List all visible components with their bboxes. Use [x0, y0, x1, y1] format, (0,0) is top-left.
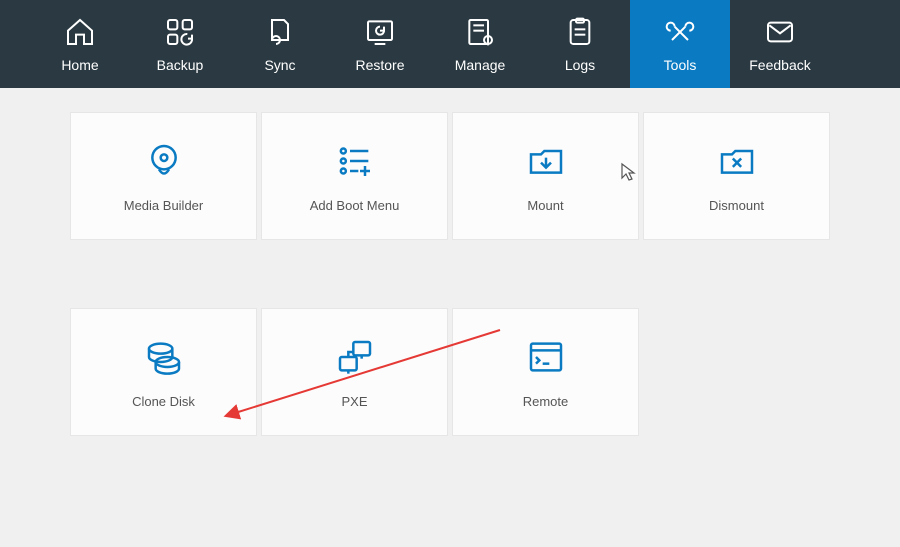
nav-label: Tools [664, 57, 697, 73]
top-nav: Home Backup Sync [0, 0, 900, 88]
card-add-boot-menu[interactable]: Add Boot Menu [261, 112, 448, 240]
card-label: PXE [341, 394, 367, 409]
mount-icon [525, 140, 567, 182]
card-dismount[interactable]: Dismount [643, 112, 830, 240]
nav-label: Backup [157, 57, 204, 73]
clone-disk-icon [143, 336, 185, 378]
card-label: Media Builder [124, 198, 204, 213]
card-media-builder[interactable]: Media Builder [70, 112, 257, 240]
backup-icon [163, 15, 197, 49]
nav-label: Logs [565, 57, 595, 73]
logs-icon [563, 15, 597, 49]
dismount-icon [716, 140, 758, 182]
home-icon [63, 15, 97, 49]
feedback-icon [763, 15, 797, 49]
row-spacer [70, 244, 830, 304]
card-label: Dismount [709, 198, 764, 213]
tools-icon [663, 15, 697, 49]
nav-restore[interactable]: Restore [330, 0, 430, 88]
nav-logs[interactable]: Logs [530, 0, 630, 88]
card-label: Add Boot Menu [310, 198, 400, 213]
nav-sync[interactable]: Sync [230, 0, 330, 88]
pxe-icon [334, 336, 376, 378]
nav-label: Sync [264, 57, 295, 73]
card-label: Clone Disk [132, 394, 195, 409]
card-label: Remote [523, 394, 569, 409]
nav-label: Restore [355, 57, 404, 73]
nav-feedback[interactable]: Feedback [730, 0, 830, 88]
card-clone-disk[interactable]: Clone Disk [70, 308, 257, 436]
nav-tools[interactable]: Tools [630, 0, 730, 88]
sync-icon [263, 15, 297, 49]
nav-manage[interactable]: Manage [430, 0, 530, 88]
remote-icon [525, 336, 567, 378]
nav-label: Home [61, 57, 98, 73]
card-mount[interactable]: Mount [452, 112, 639, 240]
media-builder-icon [143, 140, 185, 182]
nav-label: Feedback [749, 57, 810, 73]
manage-icon [463, 15, 497, 49]
restore-icon [363, 15, 397, 49]
card-pxe[interactable]: PXE [261, 308, 448, 436]
card-remote[interactable]: Remote [452, 308, 639, 436]
nav-backup[interactable]: Backup [130, 0, 230, 88]
nav-label: Manage [455, 57, 506, 73]
tools-panel: Media Builder Add Boot Menu [0, 88, 900, 460]
card-label: Mount [527, 198, 563, 213]
add-boot-menu-icon [334, 140, 376, 182]
tools-grid: Media Builder Add Boot Menu [70, 112, 830, 436]
nav-home[interactable]: Home [30, 0, 130, 88]
